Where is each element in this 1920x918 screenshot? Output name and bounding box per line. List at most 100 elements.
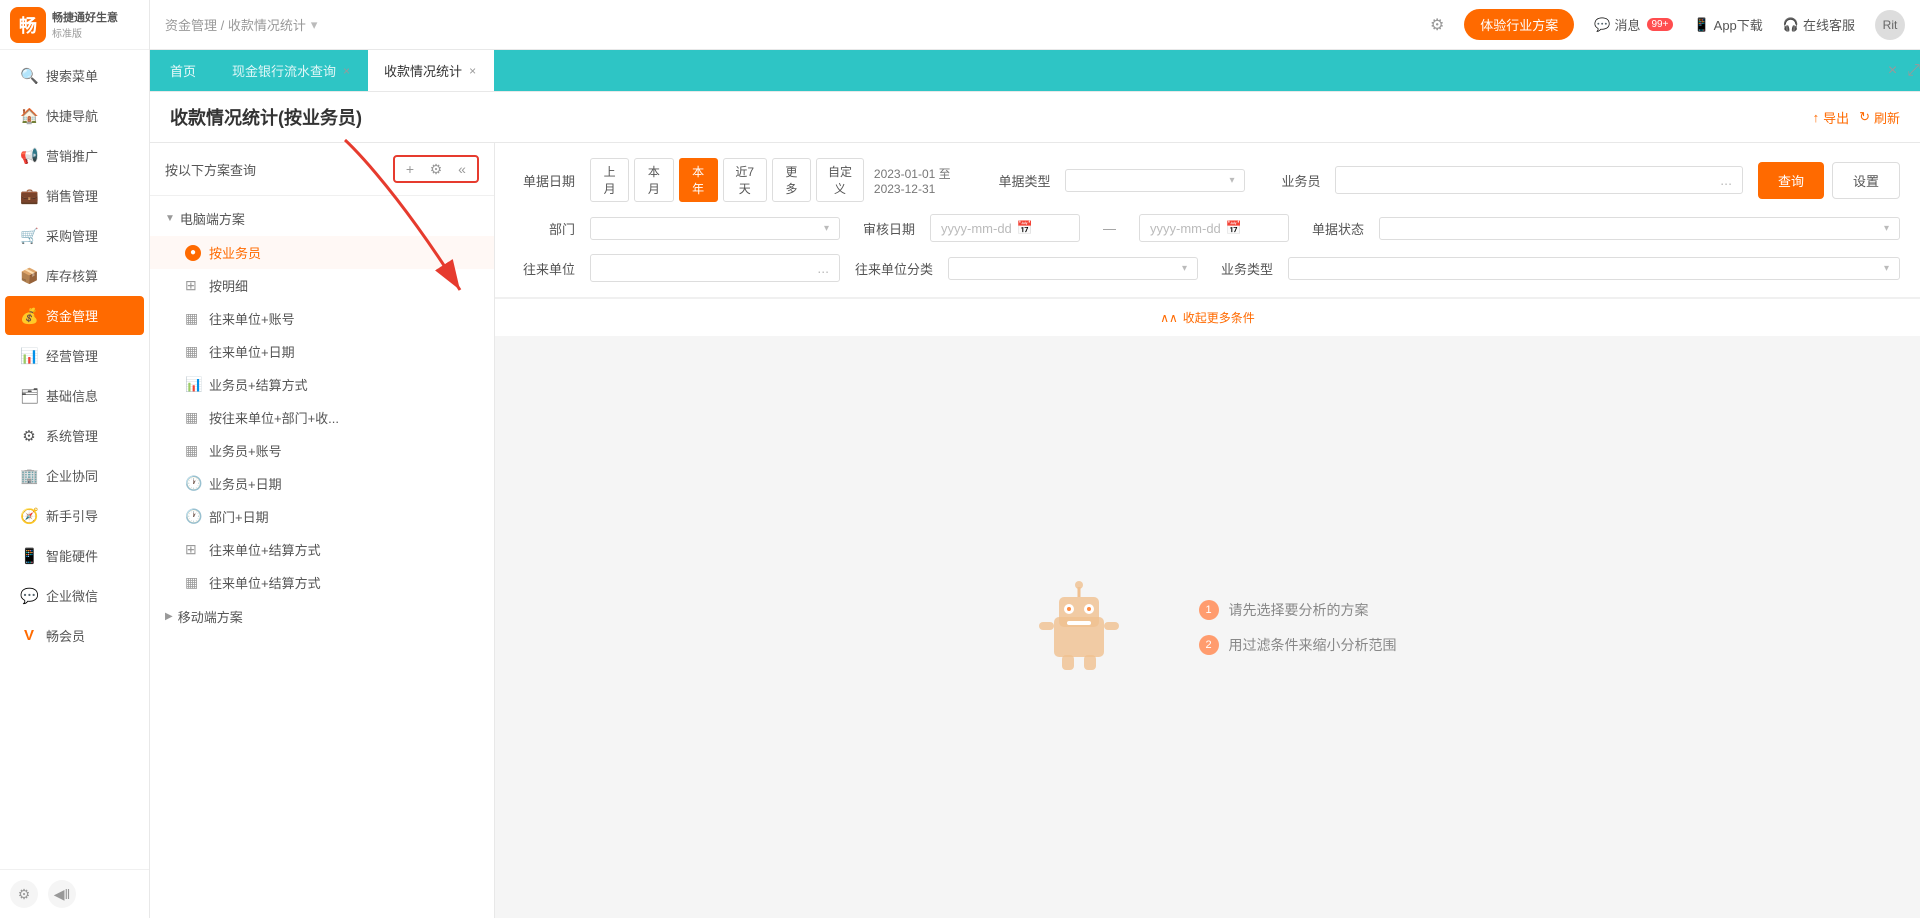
date-btn-7days[interactable]: 近7天 — [723, 158, 767, 202]
tree-item-salesman[interactable]: ● 按业务员 — [150, 236, 494, 269]
scheme-settings-btn[interactable]: ⚙ — [425, 158, 447, 180]
tip-num-2: 2 — [1199, 635, 1219, 655]
tree-arrow-pc: ▼ — [165, 213, 175, 224]
trial-btn[interactable]: 体验行业方案 — [1464, 9, 1574, 40]
collection-tab-close[interactable]: × — [467, 62, 478, 80]
tree-item-salesman-date[interactable]: 🕐 业务员+日期 — [150, 467, 494, 500]
review-date-to[interactable]: yyyy-mm-dd 📅 — [1139, 214, 1289, 242]
salesman-more-dots[interactable]: ... — [1720, 172, 1732, 188]
sidebar-item-wechat[interactable]: 💬 企业微信 — [5, 576, 144, 615]
tree-section-mobile-header[interactable]: ▶ 移动端方案 — [150, 599, 494, 634]
app-icon: 📱 — [1693, 17, 1709, 33]
scheme-tree: ▼ 电脑端方案 ● 按业务员 ⊞ 按明细 ▦ — [150, 196, 494, 639]
tree-item-unit-date[interactable]: ▦ 往来单位+日期 — [150, 335, 494, 368]
query-btn[interactable]: 查询 — [1758, 162, 1824, 199]
dept-date-icon: 🕐 — [185, 508, 201, 525]
sidebar-logo: 畅 畅捷通好生意 标准版 — [0, 0, 149, 50]
dept-select[interactable]: ▾ — [590, 217, 840, 240]
tree-section-mobile: ▶ 移动端方案 — [150, 599, 494, 634]
voucher-type-select[interactable]: ▾ — [1065, 169, 1245, 192]
date-btn-custom[interactable]: 自定义 — [816, 158, 864, 202]
sidebar-item-search[interactable]: 🔍 搜索菜单 — [5, 56, 144, 95]
sidebar-item-shortcut[interactable]: 🏠 快捷导航 — [5, 96, 144, 135]
topbar-settings-icon[interactable]: ⚙ — [1430, 15, 1444, 35]
unit-label: 往来单位 — [515, 259, 575, 278]
empty-tip-2: 2 用过滤条件来缩小分析范围 — [1199, 635, 1397, 655]
tree-item-unit-account[interactable]: ▦ 往来单位+账号 — [150, 302, 494, 335]
empty-content: 1 请先选择要分析的方案 2 用过滤条件来缩小分析范围 — [1019, 567, 1397, 687]
date-btn-last-month[interactable]: 上月 — [590, 158, 629, 202]
empty-tips: 1 请先选择要分析的方案 2 用过滤条件来缩小分析范围 — [1199, 600, 1397, 655]
app-download-action[interactable]: 📱 App下载 — [1693, 15, 1762, 34]
logo-text: 畅捷通好生意 标准版 — [52, 9, 118, 40]
tree-item-detail[interactable]: ⊞ 按明细 — [150, 269, 494, 302]
topbar: 资金管理 / 收款情况统计 ▾ ⚙ 体验行业方案 💬 消息 99+ 📱 App下… — [150, 0, 1920, 50]
sidebar-collapse-btn[interactable]: ◀‖ — [48, 880, 76, 908]
biz-type-select[interactable]: ▾ — [1288, 257, 1900, 280]
scheme-add-btn[interactable]: + — [399, 158, 421, 180]
sidebar-item-guide[interactable]: 🧭 新手引导 — [5, 496, 144, 535]
export-btn[interactable]: ↑ 导出 — [1813, 108, 1850, 127]
tab-bank[interactable]: 现金银行流水查询 × — [216, 50, 368, 91]
operation-icon: 📊 — [20, 347, 38, 365]
sidebar-item-enterprise[interactable]: 🏢 企业协同 — [5, 456, 144, 495]
tree-item-unit-settle[interactable]: ⊞ 往来单位+结算方式 — [150, 533, 494, 566]
sidebar-item-member[interactable]: V 畅会员 — [5, 616, 144, 655]
tree-item-unit-dept[interactable]: ▦ 按往来单位+部门+收... — [150, 401, 494, 434]
voucher-type-label: 单据类型 — [990, 171, 1050, 190]
voucher-status-select[interactable]: ▾ — [1379, 217, 1900, 240]
empty-state: 1 请先选择要分析的方案 2 用过滤条件来缩小分析范围 — [495, 336, 1920, 918]
salesman-input[interactable]: ... — [1335, 166, 1742, 194]
sidebar-item-operation[interactable]: 📊 经营管理 — [5, 336, 144, 375]
guide-icon: 🧭 — [20, 507, 38, 525]
messages-action[interactable]: 💬 消息 99+ — [1594, 15, 1673, 34]
tree-item-salesman-account[interactable]: ▦ 业务员+账号 — [150, 434, 494, 467]
unit-more-dots[interactable]: ... — [817, 260, 829, 276]
filter-settings-btn[interactable]: 设置 — [1832, 162, 1900, 199]
review-date-from[interactable]: yyyy-mm-dd 📅 — [930, 214, 1080, 242]
scheme-header-icons: + ⚙ « — [393, 155, 479, 183]
filter-area: 单据日期 上月 本月 本年 近7天 更多 自定义 2023-01-01 至 20… — [495, 143, 1920, 298]
bank-tab-label: 现金银行流水查询 — [232, 61, 336, 80]
salesman-date-icon: 🕐 — [185, 475, 201, 492]
salesman-label: 业务员 — [1260, 171, 1320, 190]
sidebar-item-finance[interactable]: 💰 资金管理 — [5, 296, 144, 335]
online-service-action[interactable]: 🎧 在线客服 — [1783, 15, 1855, 34]
window-close-btn[interactable]: × — [1888, 62, 1897, 80]
sidebar-item-sales[interactable]: 💼 销售管理 — [5, 176, 144, 215]
review-date-label: 审核日期 — [855, 219, 915, 238]
highlight-box: + ⚙ « — [393, 155, 479, 183]
dept-arrow: ▾ — [824, 223, 829, 234]
unit-settle-icon: ⊞ — [185, 541, 201, 558]
user-avatar[interactable]: Rit — [1875, 10, 1905, 40]
tabbar-right: × ⤢ — [1888, 62, 1920, 80]
unit-input[interactable]: ... — [590, 254, 840, 282]
unit-category-select[interactable]: ▾ — [948, 257, 1198, 280]
sidebar-item-inventory[interactable]: 📦 库存核算 — [5, 256, 144, 295]
tab-collection[interactable]: 收款情况统计 × — [368, 50, 494, 91]
sidebar-item-system[interactable]: ⚙ 系统管理 — [5, 416, 144, 455]
sidebar-item-purchase[interactable]: 🛒 采购管理 — [5, 216, 144, 255]
tree-section-pc-header[interactable]: ▼ 电脑端方案 — [150, 201, 494, 236]
unit-account-icon: ▦ — [185, 310, 201, 327]
sidebar-settings-btn[interactable]: ⚙ — [10, 880, 38, 908]
tree-section-pc: ▼ 电脑端方案 ● 按业务员 ⊞ 按明细 ▦ — [150, 201, 494, 599]
date-btn-more[interactable]: 更多 — [772, 158, 811, 202]
sidebar-item-basic[interactable]: 🗂 基础信息 — [5, 376, 144, 415]
date-btn-this-month[interactable]: 本月 — [634, 158, 673, 202]
tab-home[interactable]: 首页 — [150, 50, 216, 91]
tree-item-salesman-settle[interactable]: 📊 业务员+结算方式 — [150, 368, 494, 401]
scheme-collapse-btn[interactable]: « — [451, 158, 473, 180]
sidebar-item-hardware[interactable]: 📱 智能硬件 — [5, 536, 144, 575]
collapse-bar[interactable]: ∧∧ 收起更多条件 — [495, 298, 1920, 336]
tip-text-2: 用过滤条件来缩小分析范围 — [1229, 635, 1397, 655]
date-btn-this-year[interactable]: 本年 — [679, 158, 718, 202]
window-expand-btn[interactable]: ⤢ — [1907, 62, 1920, 80]
bank-tab-close[interactable]: × — [341, 62, 352, 80]
refresh-btn[interactable]: ↻ 刷新 — [1859, 108, 1900, 127]
sidebar-item-marketing[interactable]: 📢 营销推广 — [5, 136, 144, 175]
breadcrumb-dropdown-icon[interactable]: ▾ — [311, 17, 318, 33]
tree-item-dept-date[interactable]: 🕐 部门+日期 — [150, 500, 494, 533]
tree-item-unit-settle2[interactable]: ▦ 往来单位+结算方式 — [150, 566, 494, 599]
basic-icon: 🗂 — [20, 387, 38, 405]
